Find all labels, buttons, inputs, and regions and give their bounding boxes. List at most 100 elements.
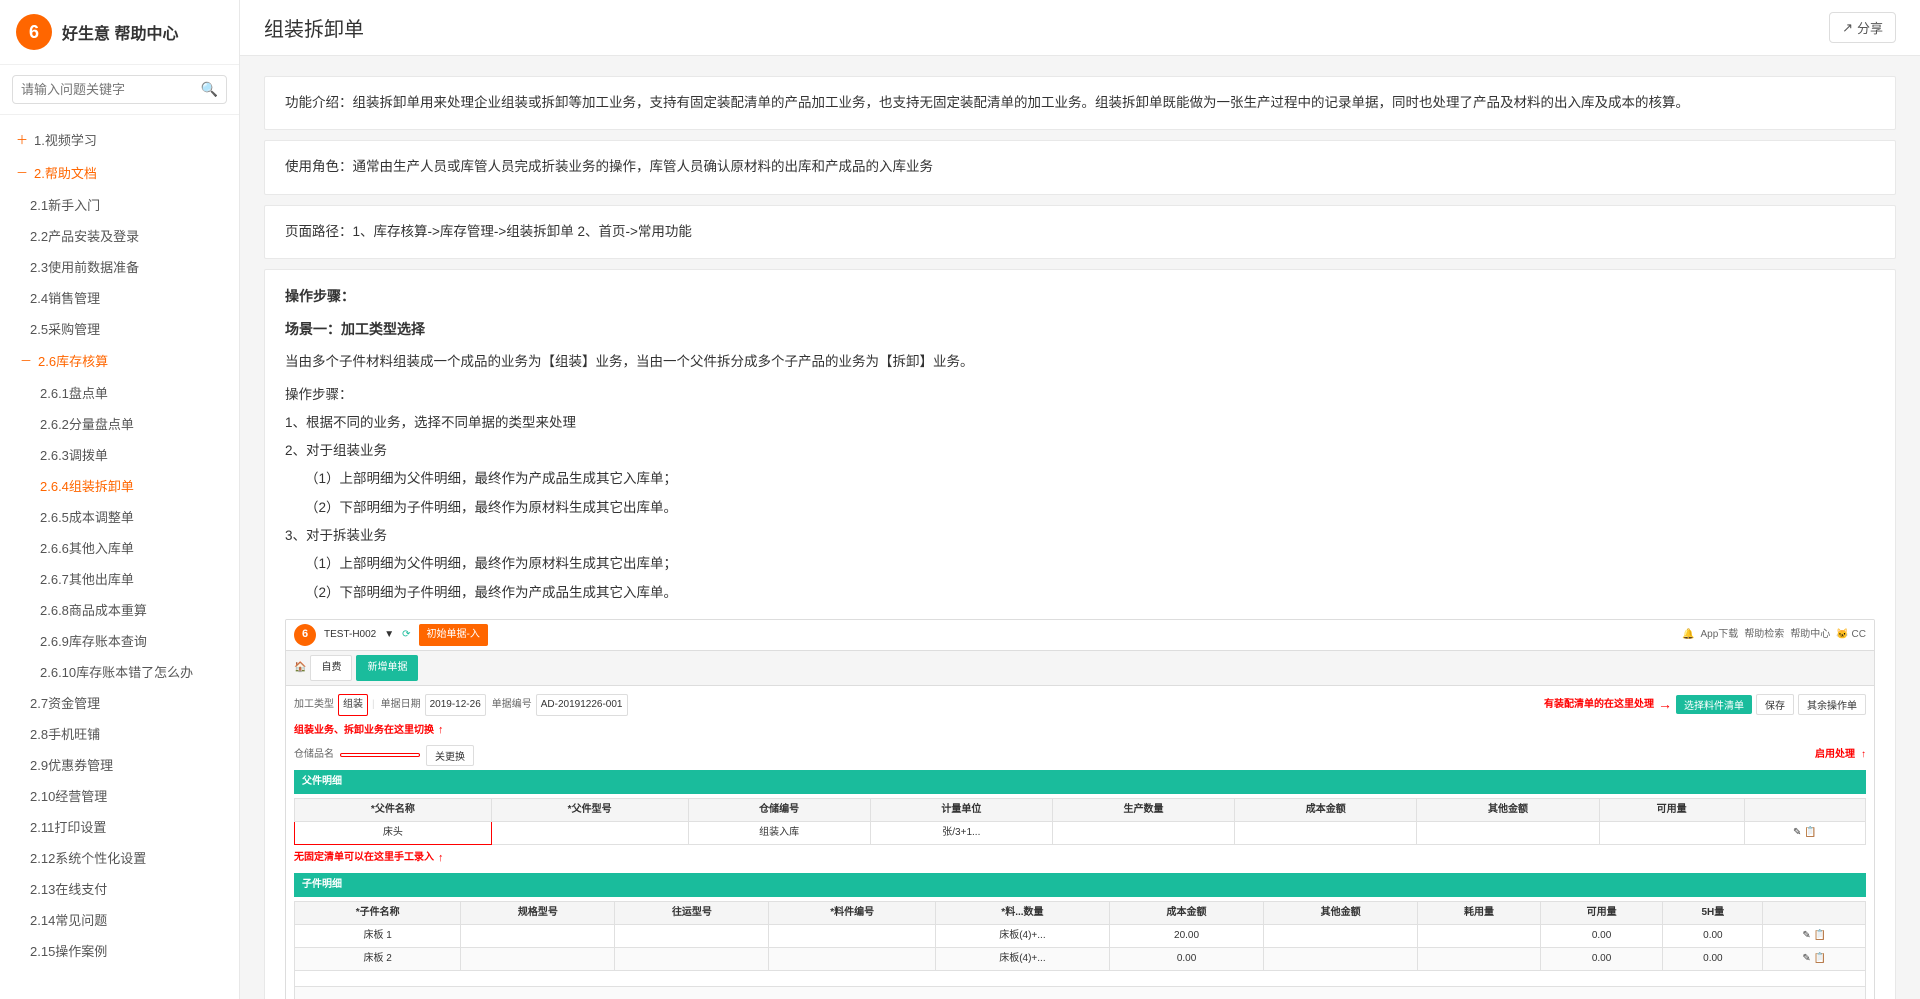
ss-lower-row-0: 床板 1 床板(4)+... 20.00 0.00 0.00 <box>295 924 1866 947</box>
ss-lth-6: 其他金额 <box>1264 901 1418 924</box>
ss-form-row1: 加工类型 组装 | 单据日期 2019-12-26 单据编号 <box>294 692 1866 717</box>
search-icon[interactable]: 🔍 <box>201 81 218 98</box>
ss-uth-7: 可用量 <box>1599 798 1744 821</box>
sidebar-item-other-out[interactable]: 2.6.7其他出库单 <box>0 563 239 594</box>
ss-lower-row-1: 床板 2 床板(4)+... 0.00 0.00 0.00 <box>295 947 1866 970</box>
ss-refresh-icon: ⟳ <box>402 626 410 644</box>
sidebar-item-payment[interactable]: 2.13在线支付 <box>0 873 239 904</box>
sidebar-item-cases[interactable]: 2.15操作案例 <box>0 935 239 966</box>
logo-text: 好生意 帮助中心 <box>62 20 178 44</box>
ss-btn-select-bom[interactable]: 选择料件清单 <box>1676 695 1752 714</box>
ss-icon-bell: 🔔 <box>1682 626 1694 644</box>
nav-group-videos: ＋ 1.视频学习 <box>0 123 239 156</box>
ss-annotation1: 有装配清单的在这里处理 <box>1544 696 1654 714</box>
logo-area: 6 好生意 帮助中心 <box>0 0 239 65</box>
sidebar-item-coupon[interactable]: 2.9优惠券管理 <box>0 749 239 780</box>
ss-type-value: 组装 <box>338 694 368 716</box>
ss-annotation-area: 有装配清单的在这里处理 → 选择料件清单 保存 其余操作单 <box>1544 692 1866 717</box>
nav-group-docs: － 2.帮助文档 2.1新手入门 2.2产品安装及登录 2.3使用前数据准备 2… <box>0 156 239 966</box>
ss-upper-table: *父件名称 *父件型号 仓储编号 计量单位 生产数量 成本金额 其他金额 可用量 <box>294 798 1866 845</box>
ss-tab-selfpay[interactable]: 自费 <box>310 655 352 681</box>
search-input[interactable] <box>21 82 201 97</box>
sidebar-item-newbie[interactable]: 2.1新手入门 <box>0 189 239 220</box>
ss-ltd-07 <box>1418 924 1541 947</box>
ss-utd-05 <box>1235 821 1417 844</box>
ss-uth-0: *父件名称 <box>295 798 492 821</box>
ss-date-value: 2019-12-26 <box>425 694 486 716</box>
sidebar-item-print[interactable]: 2.11打印设置 <box>0 811 239 842</box>
ss-lth-7: 耗用量 <box>1418 901 1541 924</box>
ss-fill-annotation-row: 无固定清单可以在这里手工录入 ↑ <box>294 849 1866 869</box>
sidebar-item-mobile[interactable]: 2.8手机旺铺 <box>0 718 239 749</box>
ss-handle-up-arrow: ↑ <box>1861 746 1866 764</box>
sidebar-item-faq[interactable]: 2.14常见问题 <box>0 904 239 935</box>
ss-btn-select-warehouse[interactable]: 关更换 <box>426 745 474 766</box>
nav-group-title-docs[interactable]: － 2.帮助文档 <box>0 156 239 189</box>
ss-fill-up-arrow: ↑ <box>438 849 444 869</box>
ss-num-label: 单据编号 <box>492 696 532 714</box>
ss-type-annotation-row: 组装业务、拆卸业务在这里切换 ↑ <box>294 721 1866 741</box>
sidebar-item-transfer[interactable]: 2.6.3调拨单 <box>0 439 239 470</box>
logo-icon: 6 <box>16 14 52 50</box>
ss-lower-table-label: 子件明细 <box>294 873 1866 897</box>
ss-icon-avatar: 🐱 CC <box>1836 626 1866 644</box>
ss-ltd-19: 0.00 <box>1663 947 1763 970</box>
ss-ltd-08: 0.00 <box>1540 924 1663 947</box>
ss-fill-annotation: 无固定清单可以在这里手工录入 <box>294 849 434 867</box>
share-button[interactable]: ↗ 分享 <box>1829 12 1896 43</box>
sidebar-item-partial-inventory[interactable]: 2.6.2分量盘点单 <box>0 408 239 439</box>
search-area: 🔍 <box>0 65 239 115</box>
ss-lth-3: *料件编号 <box>769 901 935 924</box>
ss-btn-other[interactable]: 其余操作单 <box>1798 694 1866 715</box>
ss-uth-4: 生产数量 <box>1052 798 1234 821</box>
ss-lth-2: 往运型号 <box>615 901 769 924</box>
ss-ltd-13 <box>769 947 935 970</box>
sidebar-item-install[interactable]: 2.2产品安装及登录 <box>0 220 239 251</box>
ss-form-section: 加工类型 组装 | 单据日期 2019-12-26 单据编号 <box>294 692 1866 766</box>
ss-tag: 初始单据-入 <box>419 624 488 646</box>
ss-ltd-11 <box>461 947 615 970</box>
nav-group-title-videos[interactable]: ＋ 1.视频学习 <box>0 123 239 156</box>
sidebar-item-sales[interactable]: 2.4销售管理 <box>0 282 239 313</box>
ss-utd-01 <box>491 821 688 844</box>
share-icon: ↗ <box>1842 20 1853 36</box>
sidebar-item-ledger-wrong[interactable]: 2.6.10库存账本错了怎么办 <box>0 656 239 687</box>
nav-group-title-stock[interactable]: － 2.6库存核算 <box>0 344 239 377</box>
ss-uth-8 <box>1744 798 1865 821</box>
ss-ltd-05: 20.00 <box>1110 924 1264 947</box>
sidebar-item-ops[interactable]: 2.10经营管理 <box>0 780 239 811</box>
sidebar-item-finance[interactable]: 2.7资金管理 <box>0 687 239 718</box>
ss-tab-new[interactable]: 新增单据 <box>356 655 418 681</box>
ss-lth-0: *子件名称 <box>295 901 461 924</box>
ss-inner: 加工类型 组装 | 单据日期 2019-12-26 单据编号 <box>286 686 1874 999</box>
ss-uth-2: 仓储编号 <box>688 798 870 821</box>
role-text: 使用角色：通常由生产人员或库管人员完成折装业务的操作，库管人员确认原材料的出库和… <box>285 159 933 174</box>
sidebar-item-settings[interactable]: 2.12系统个性化设置 <box>0 842 239 873</box>
ss-ltd-14: 床板(4)+... <box>935 947 1109 970</box>
ss-ltd-01 <box>461 924 615 947</box>
sidebar-item-other-in[interactable]: 2.6.6其他入库单 <box>0 532 239 563</box>
sidebar-item-cost-recalc[interactable]: 2.6.8商品成本重算 <box>0 594 239 625</box>
scene1-desc: 当由多个子件材料组装成一个成品的业务为【组装】业务，当由一个父件拆分成多个子产品… <box>285 350 1875 374</box>
path-block: 页面路径：1、库存核算->库存管理->组装拆卸单 2、首页->常用功能 <box>264 205 1896 259</box>
ss-date-label: 单据日期 <box>381 696 421 714</box>
sidebar-item-assembly[interactable]: 2.6.4组装拆卸单 <box>0 470 239 501</box>
intro-block: 功能介绍：组装拆卸单用来处理企业组装或拆卸等加工业务，支持有固定装配清单的产品加… <box>264 76 1896 130</box>
sidebar-item-data-prep[interactable]: 2.3使用前数据准备 <box>0 251 239 282</box>
sidebar-item-purchase[interactable]: 2.5采购管理 <box>0 313 239 344</box>
ss-ltd-00: 床板 1 <box>295 924 461 947</box>
ss-uth-6: 其他金额 <box>1417 798 1599 821</box>
ss-btn-save[interactable]: 保存 <box>1756 694 1794 715</box>
ops-block: 操作步骤： 场景一：加工类型选择 当由多个子件材料组装成一个成品的业务为【组装】… <box>264 269 1896 999</box>
ops-steps-title: 操作步骤： <box>285 383 1875 407</box>
role-block: 使用角色：通常由生产人员或库管人员完成折装业务的操作，库管人员确认原材料的出库和… <box>264 140 1896 194</box>
sidebar-item-stock-ledger[interactable]: 2.6.9库存账本查询 <box>0 625 239 656</box>
sidebar-item-inventory-check[interactable]: 2.6.1盘点单 <box>0 377 239 408</box>
ss-handle-annotation: 启用处理 <box>1815 746 1855 764</box>
sidebar-item-cost-adjust[interactable]: 2.6.5成本调整单 <box>0 501 239 532</box>
screenshot-container: 6 TEST-H002 ▼ ⟳ 初始单据-入 🔔 App下载 帮助检索 帮助中心… <box>285 619 1875 999</box>
ss-utd-08: ✎ 📋 <box>1744 821 1865 844</box>
ss-lth-5: 成本金额 <box>1110 901 1264 924</box>
search-box[interactable]: 🔍 <box>12 75 227 104</box>
ss-tabbar: 🏠 自费 新增单据 <box>286 651 1874 686</box>
